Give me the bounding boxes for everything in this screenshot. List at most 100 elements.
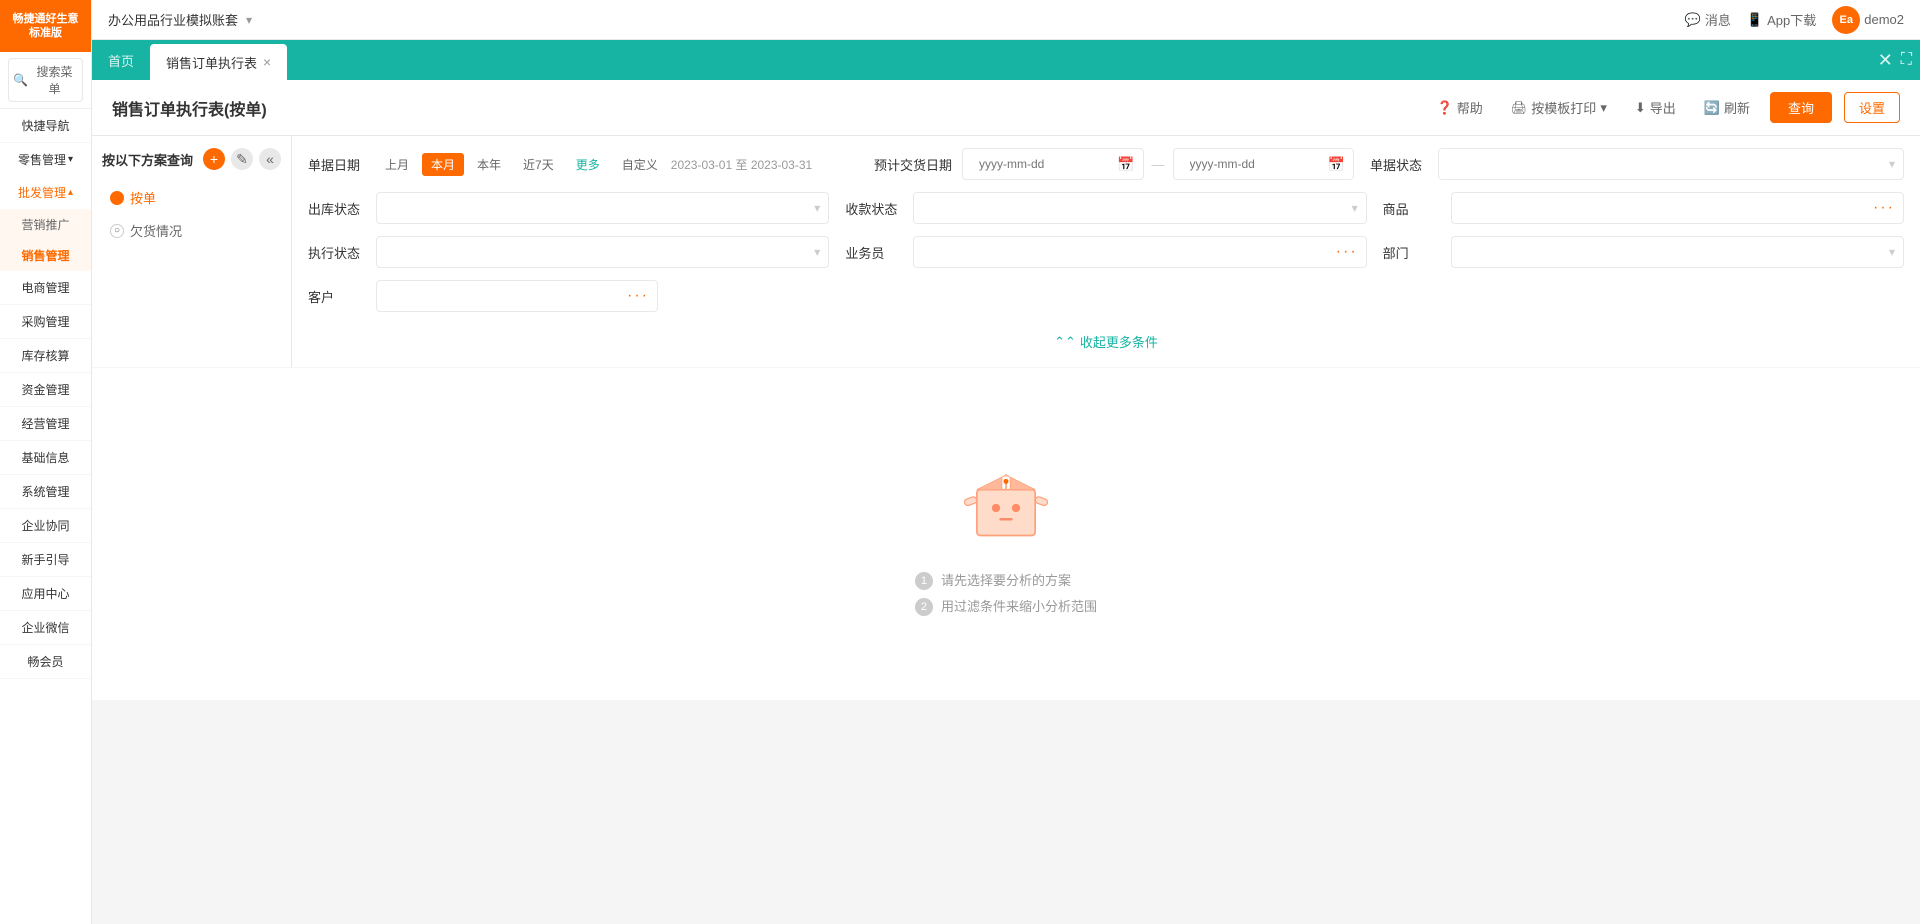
department-select[interactable]: ▾ bbox=[1451, 236, 1904, 268]
sidebar-item-label: 系统管理 bbox=[21, 485, 69, 499]
print-button[interactable]: 🖨 按模板打印 ▾ bbox=[1503, 94, 1615, 121]
search-menu-button[interactable]: 🔍 搜索菜单 bbox=[8, 58, 83, 102]
tip-item-2: 2 用过滤条件来缩小分析范围 bbox=[915, 594, 1097, 620]
date-separator: — bbox=[1152, 157, 1165, 172]
payment-status-label: 收款状态 bbox=[845, 199, 905, 218]
tip-number-2: 2 bbox=[915, 598, 933, 616]
search-icon: 🔍 bbox=[13, 73, 28, 87]
sidebar-item-inventory[interactable]: 库存核算 bbox=[0, 339, 91, 373]
execution-status-select[interactable]: ▾ bbox=[376, 236, 829, 268]
more-options-icon[interactable]: ··· bbox=[1336, 243, 1358, 261]
refresh-icon: 🔄 bbox=[1704, 100, 1720, 116]
chevron-down-icon: ▾ bbox=[814, 201, 820, 215]
scheme-item-order[interactable]: 按单 bbox=[102, 182, 281, 213]
tab-sales-execution[interactable]: 销售订单执行表 × bbox=[150, 44, 287, 80]
sidebar-item-newbie[interactable]: 新手引导 bbox=[0, 543, 91, 577]
tab-bar: 首页 销售订单执行表 × ✕ ⛶ bbox=[92, 40, 1920, 80]
sidebar-item-label: 应用中心 bbox=[21, 587, 69, 601]
tab-home[interactable]: 首页 bbox=[92, 40, 150, 80]
calendar-to-icon[interactable]: 📅 bbox=[1328, 156, 1345, 173]
user-area[interactable]: Ea demo2 bbox=[1832, 6, 1904, 34]
search-button[interactable]: 查询 bbox=[1770, 92, 1832, 123]
edit-scheme-button[interactable]: ✎ bbox=[231, 148, 253, 170]
sidebar-item-label: 营销推广 bbox=[21, 218, 69, 232]
sidebar-item-finance[interactable]: 资金管理 bbox=[0, 373, 91, 407]
scheme-item-shortage[interactable]: ○ 欠货情况 bbox=[102, 215, 281, 246]
date-to-input[interactable] bbox=[1182, 148, 1324, 180]
sidebar-item-label: 快捷导航 bbox=[21, 119, 69, 133]
goods-select[interactable]: ··· bbox=[1451, 192, 1904, 224]
chevron-down-icon: ▾ bbox=[1889, 157, 1895, 171]
scheme-item-label: 按单 bbox=[130, 188, 156, 207]
sidebar-item-label: 企业协同 bbox=[21, 519, 69, 533]
sidebar-item-basic-info[interactable]: 基础信息 bbox=[0, 441, 91, 475]
maximize-icon[interactable]: ⛶ bbox=[1901, 51, 1912, 69]
sidebar-item-quick-nav[interactable]: 快捷导航 bbox=[0, 109, 91, 143]
tip-item-1: 1 请先选择要分析的方案 bbox=[915, 568, 1097, 594]
settings-button[interactable]: 设置 bbox=[1844, 92, 1900, 123]
date-custom-btn[interactable]: 自定义 bbox=[613, 153, 667, 176]
date-this-year-btn[interactable]: 本年 bbox=[468, 153, 510, 176]
order-status-select[interactable]: ▾ bbox=[1438, 148, 1904, 180]
sidebar-section-retail: 零售管理 ▾ bbox=[0, 143, 91, 176]
salesperson-select[interactable]: ··· bbox=[913, 236, 1366, 268]
sidebar-item-label: 库存核算 bbox=[21, 349, 69, 363]
execution-status-field: 执行状态 ▾ bbox=[308, 236, 829, 268]
sidebar-item-retail[interactable]: 零售管理 ▾ bbox=[0, 143, 91, 176]
refresh-button[interactable]: 🔄 刷新 bbox=[1696, 94, 1758, 121]
sidebar-item-operations[interactable]: 经营管理 bbox=[0, 407, 91, 441]
chevron-up-icon: ▴ bbox=[68, 187, 73, 198]
date-last7-btn[interactable]: 近7天 bbox=[514, 153, 563, 176]
sidebar-item-marketing[interactable]: 营销推广 bbox=[0, 209, 91, 240]
calendar-from-icon[interactable]: 📅 bbox=[1117, 156, 1134, 173]
sidebar-item-label: 新手引导 bbox=[21, 553, 69, 567]
sidebar-item-ecommerce[interactable]: 电商管理 bbox=[0, 271, 91, 305]
date-current-month-btn[interactable]: 本月 bbox=[422, 153, 464, 176]
sidebar-item-label: 采购管理 bbox=[21, 315, 69, 329]
sidebar-item-wholesale[interactable]: 批发管理 ▴ bbox=[0, 176, 91, 209]
collapse-scheme-button[interactable]: « bbox=[259, 148, 281, 170]
more-options-icon[interactable]: ··· bbox=[627, 287, 649, 305]
refresh-label: 刷新 bbox=[1724, 98, 1750, 117]
payment-status-select[interactable]: ▾ bbox=[913, 192, 1366, 224]
scheme-inactive-dot: ○ bbox=[110, 224, 124, 238]
add-scheme-button[interactable]: + bbox=[203, 148, 225, 170]
outbound-status-field: 出库状态 ▾ bbox=[308, 192, 829, 224]
date-last-month-btn[interactable]: 上月 bbox=[376, 153, 418, 176]
sidebar-item-purchase[interactable]: 采购管理 bbox=[0, 305, 91, 339]
app-download-button[interactable]: 📱 App下载 bbox=[1747, 10, 1816, 29]
help-button[interactable]: ❓ 帮助 bbox=[1429, 94, 1491, 121]
sidebar-section-wholesale: 批发管理 ▴ 营销推广 销售管理 bbox=[0, 176, 91, 271]
filter-row-1: 单据日期 上月 本月 本年 近7天 更多 自定义 2023-03-01 至 20… bbox=[308, 148, 1904, 180]
sidebar-item-system[interactable]: 系统管理 bbox=[0, 475, 91, 509]
salesperson-field: 业务员 ··· bbox=[845, 236, 1366, 268]
collapse-button[interactable]: ⌃⌃ 收起更多条件 bbox=[308, 324, 1904, 355]
message-button[interactable]: 💬 消息 bbox=[1685, 10, 1731, 29]
tab-close-icon[interactable]: × bbox=[263, 54, 271, 70]
date-from-wrapper: 📅 bbox=[962, 148, 1144, 180]
sidebar-item-wechat[interactable]: 企业微信 bbox=[0, 611, 91, 645]
date-more-btn[interactable]: 更多 bbox=[567, 153, 609, 176]
chevron-down-icon: ▾ bbox=[68, 154, 73, 165]
scheme-label: 按以下方案查询 bbox=[102, 150, 193, 169]
sidebar-item-sales-mgmt[interactable]: 销售管理 bbox=[0, 240, 91, 271]
dropdown-icon[interactable]: ▾ bbox=[246, 13, 252, 27]
sidebar-item-enterprise[interactable]: 企业协同 bbox=[0, 509, 91, 543]
filter-area: 按以下方案查询 + ✎ « 按单 ○ 欠货情况 bbox=[92, 136, 1920, 367]
more-options-icon[interactable]: ··· bbox=[1873, 199, 1895, 217]
sidebar-item-app-center[interactable]: 应用中心 bbox=[0, 577, 91, 611]
date-from-input[interactable] bbox=[971, 148, 1113, 180]
message-label: 消息 bbox=[1705, 10, 1731, 29]
customer-label: 客户 bbox=[308, 287, 368, 306]
sidebar-item-label: 畅会员 bbox=[27, 655, 63, 669]
avatar: Ea bbox=[1832, 6, 1860, 34]
empty-tips: 1 请先选择要分析的方案 2 用过滤条件来缩小分析范围 bbox=[915, 568, 1097, 620]
close-window-icon[interactable]: ✕ bbox=[1878, 50, 1893, 71]
outbound-status-select[interactable]: ▾ bbox=[376, 192, 829, 224]
outbound-status-label: 出库状态 bbox=[308, 199, 368, 218]
export-button[interactable]: ⬇ 导出 bbox=[1627, 94, 1684, 121]
date-range-text: 2023-03-01 至 2023-03-31 bbox=[671, 156, 812, 173]
customer-select[interactable]: ··· bbox=[376, 280, 658, 312]
sidebar-item-member[interactable]: 畅会员 bbox=[0, 645, 91, 679]
sidebar-subsection-wholesale: 营销推广 销售管理 bbox=[0, 209, 91, 271]
